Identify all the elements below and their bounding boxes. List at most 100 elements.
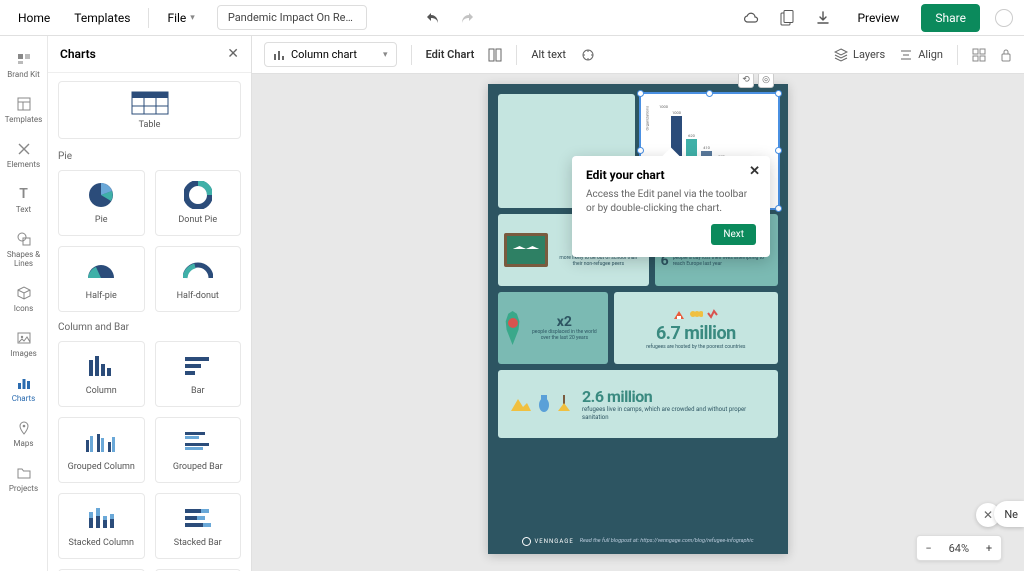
rail-brand-kit[interactable]: Brand Kit [0, 42, 48, 87]
redo-button[interactable] [455, 6, 479, 30]
resize-handle[interactable] [775, 205, 782, 212]
layers-button[interactable]: Layers [834, 48, 885, 62]
chart-tile-gbar[interactable]: Grouped Bar [155, 417, 242, 483]
resize-handle[interactable] [775, 90, 782, 97]
rail-label: Templates [5, 115, 42, 124]
nav-home[interactable]: Home [8, 5, 60, 31]
rail-shapes[interactable]: Shapes & Lines [0, 222, 48, 276]
close-icon[interactable]: ✕ [227, 46, 239, 62]
charts-panel-header: Charts ✕ [48, 36, 251, 73]
close-icon[interactable]: ✕ [749, 164, 760, 179]
cloud-sync-icon[interactable] [739, 6, 763, 30]
chart-type-dropdown[interactable]: Column chart ▾ [264, 42, 397, 67]
rail-text[interactable]: T Text [0, 177, 48, 222]
shapes-cross-icon [15, 140, 33, 158]
chart-tile-sbar[interactable]: Stacked Bar [155, 493, 242, 559]
resize-handle[interactable] [637, 147, 644, 154]
pie-icon [81, 181, 121, 209]
shape-icon [15, 230, 33, 248]
map-pin-icon [15, 419, 33, 437]
top-nav: Home Templates [8, 5, 140, 31]
scolumn-icon [81, 504, 121, 532]
text-icon: T [15, 185, 33, 203]
chart-tile-table[interactable]: Table [58, 81, 241, 139]
layers-icon [834, 48, 848, 62]
lock-icon[interactable] [1000, 48, 1012, 62]
rail-charts[interactable]: Charts [0, 366, 48, 411]
gcolumn-icon [81, 428, 121, 456]
edit-chart-popover: ✕ Edit your chart Access the Edit panel … [572, 156, 770, 257]
preview-button[interactable]: Preview [847, 5, 909, 31]
edit-chart-button[interactable]: Edit Chart [426, 48, 475, 61]
next-button[interactable]: Next [711, 224, 756, 245]
sbar-icon [178, 504, 218, 532]
eye-refresh-icon[interactable] [580, 47, 596, 63]
alt-text-button[interactable]: Alt text [531, 48, 566, 61]
copy-icon[interactable] [775, 6, 799, 30]
float-swap-icon[interactable]: ⟲ [738, 74, 754, 88]
avatar[interactable] [992, 6, 1016, 30]
pill-new[interactable]: Ne [994, 501, 1024, 527]
chart-type-label: Column chart [291, 48, 357, 61]
zoom-in-button[interactable]: + [977, 536, 1001, 560]
rail-icons[interactable]: Icons [0, 276, 48, 321]
charts-panel: Charts ✕ Table Pie Pie Donut Pie Half-pi… [48, 36, 252, 571]
rail-templates[interactable]: Templates [0, 87, 48, 132]
context-toolbar: Column chart ▾ Edit Chart Alt text Layer… [252, 36, 1024, 74]
grid-icon[interactable] [972, 48, 986, 62]
chart-tile-donut[interactable]: Donut Pie [155, 170, 242, 236]
share-button[interactable]: Share [921, 4, 980, 32]
popover-body: Access the Edit panel via the toolbar or… [586, 188, 756, 216]
float-target-icon[interactable]: ◎ [758, 74, 774, 88]
table-icon [130, 90, 170, 116]
resize-handle[interactable] [775, 147, 782, 154]
settings-split-icon[interactable] [488, 48, 502, 62]
rail-label: Elements [7, 160, 40, 169]
rail-label: Projects [9, 484, 38, 493]
rail-label: Maps [14, 439, 34, 448]
chart-tile-gcolumn[interactable]: Grouped Column [58, 417, 145, 483]
rail-label: Icons [14, 304, 33, 313]
halfpie-icon [81, 257, 121, 285]
card-2-6-million[interactable]: 2.6 million refugees live in camps, whic… [498, 370, 778, 438]
rail-elements[interactable]: Elements [0, 132, 48, 177]
charts-panel-title: Charts [60, 47, 96, 61]
chart-ymax: 1000 [659, 104, 668, 109]
donut-icon [178, 181, 218, 209]
align-button[interactable]: Align [899, 48, 943, 62]
resize-handle[interactable] [637, 90, 644, 97]
zoom-out-button[interactable]: − [917, 536, 941, 560]
align-icon [899, 48, 913, 62]
chart-tile-scolumn[interactable]: Stacked Column [58, 493, 145, 559]
venngage-logo: VENNGAGE [522, 537, 573, 546]
divider [148, 8, 149, 28]
rail-images[interactable]: Images [0, 321, 48, 366]
file-menu[interactable]: File ▾ [157, 5, 204, 31]
chart-tile-halfpie[interactable]: Half-pie [58, 246, 145, 312]
rail-projects[interactable]: Projects [0, 456, 48, 501]
top-bar: Home Templates File ▾ Pandemic Impact On… [0, 0, 1024, 36]
canvas-area[interactable]: ⟲ ◎ Organizations 1000 100062041027060 P… [252, 74, 1024, 571]
card-6-7-million[interactable]: 6.7 million refugees are hosted by the p… [614, 292, 778, 364]
nav-templates[interactable]: Templates [64, 5, 140, 31]
undo-button[interactable] [421, 6, 445, 30]
chart-tile-pie[interactable]: Pie [58, 170, 145, 236]
rail-label: Text [16, 205, 31, 214]
topbar-right: Preview Share [739, 4, 1016, 32]
card-x2[interactable]: x2 people displaced in the world over th… [498, 292, 608, 364]
document-title-input[interactable]: Pandemic Impact On Refugee Sta... [217, 5, 367, 30]
column-chart-icon [273, 49, 285, 61]
chart-tile-bar[interactable]: Bar [155, 341, 242, 407]
halfdonut-icon [178, 257, 218, 285]
infographic-page[interactable]: ⟲ ◎ Organizations 1000 100062041027060 P… [488, 84, 788, 554]
icon-row [672, 307, 720, 321]
chart-tile-halfdonut[interactable]: Half-donut [155, 246, 242, 312]
resize-handle[interactable] [706, 90, 713, 97]
tile-label: Table [139, 120, 161, 130]
chart-tile-column[interactable]: Column [58, 341, 145, 407]
gbar-icon [178, 428, 218, 456]
popover-title: Edit your chart [586, 168, 756, 182]
section-pie: Pie [58, 151, 241, 162]
rail-maps[interactable]: Maps [0, 411, 48, 456]
download-icon[interactable] [811, 6, 835, 30]
